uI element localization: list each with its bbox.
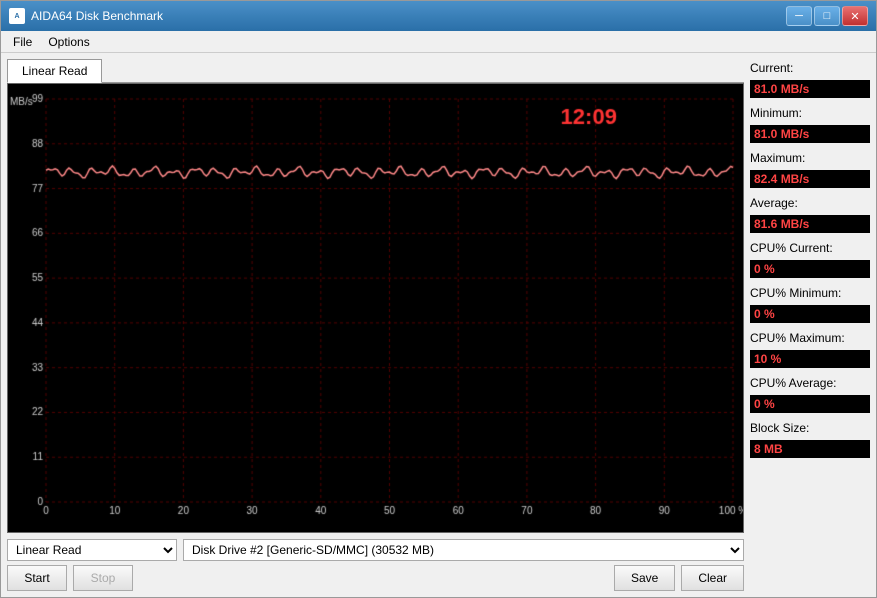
- app-window: A AIDA64 Disk Benchmark ─ □ ✕ File Optio…: [0, 0, 877, 598]
- benchmark-chart: [8, 84, 743, 532]
- stop-button[interactable]: Stop: [73, 565, 133, 591]
- maximum-value: 82.4 MB/s: [750, 170, 870, 188]
- clear-button[interactable]: Clear: [681, 565, 744, 591]
- right-panel: Current: 81.0 MB/s Minimum: 81.0 MB/s Ma…: [750, 59, 870, 591]
- cpu-maximum-value: 10 %: [750, 350, 870, 368]
- tab-linear-read[interactable]: Linear Read: [7, 59, 102, 83]
- menu-file[interactable]: File: [5, 33, 40, 51]
- app-icon: A: [9, 8, 25, 24]
- current-value: 81.0 MB/s: [750, 80, 870, 98]
- cpu-average-label: CPU% Average:: [750, 376, 870, 390]
- chart-container: [7, 83, 744, 533]
- window-title: AIDA64 Disk Benchmark: [31, 9, 786, 23]
- main-content: Linear Read Linear Read Disk Drive #2 [G…: [1, 53, 876, 597]
- cpu-minimum-value: 0 %: [750, 305, 870, 323]
- title-bar: A AIDA64 Disk Benchmark ─ □ ✕: [1, 1, 876, 31]
- minimum-label: Minimum:: [750, 106, 870, 120]
- menu-bar: File Options: [1, 31, 876, 53]
- block-size-value: 8 MB: [750, 440, 870, 458]
- minimum-value: 81.0 MB/s: [750, 125, 870, 143]
- current-label: Current:: [750, 61, 870, 75]
- cpu-current-label: CPU% Current:: [750, 241, 870, 255]
- cpu-average-value: 0 %: [750, 395, 870, 413]
- block-size-label: Block Size:: [750, 421, 870, 435]
- maximum-label: Maximum:: [750, 151, 870, 165]
- window-controls: ─ □ ✕: [786, 6, 868, 26]
- start-button[interactable]: Start: [7, 565, 67, 591]
- cpu-current-value: 0 %: [750, 260, 870, 278]
- drive-dropdown[interactable]: Disk Drive #2 [Generic-SD/MMC] (30532 MB…: [183, 539, 744, 561]
- close-button[interactable]: ✕: [842, 6, 868, 26]
- tab-bar: Linear Read: [7, 59, 744, 83]
- cpu-maximum-label: CPU% Maximum:: [750, 331, 870, 345]
- minimize-button[interactable]: ─: [786, 6, 812, 26]
- average-value: 81.6 MB/s: [750, 215, 870, 233]
- save-button[interactable]: Save: [614, 565, 675, 591]
- menu-options[interactable]: Options: [40, 33, 97, 51]
- left-panel: Linear Read Linear Read Disk Drive #2 [G…: [7, 59, 744, 591]
- cpu-minimum-label: CPU% Minimum:: [750, 286, 870, 300]
- average-label: Average:: [750, 196, 870, 210]
- maximize-button[interactable]: □: [814, 6, 840, 26]
- test-type-dropdown[interactable]: Linear Read: [7, 539, 177, 561]
- controls-row: Linear Read Disk Drive #2 [Generic-SD/MM…: [7, 539, 744, 561]
- button-row: Start Stop Save Clear: [7, 565, 744, 591]
